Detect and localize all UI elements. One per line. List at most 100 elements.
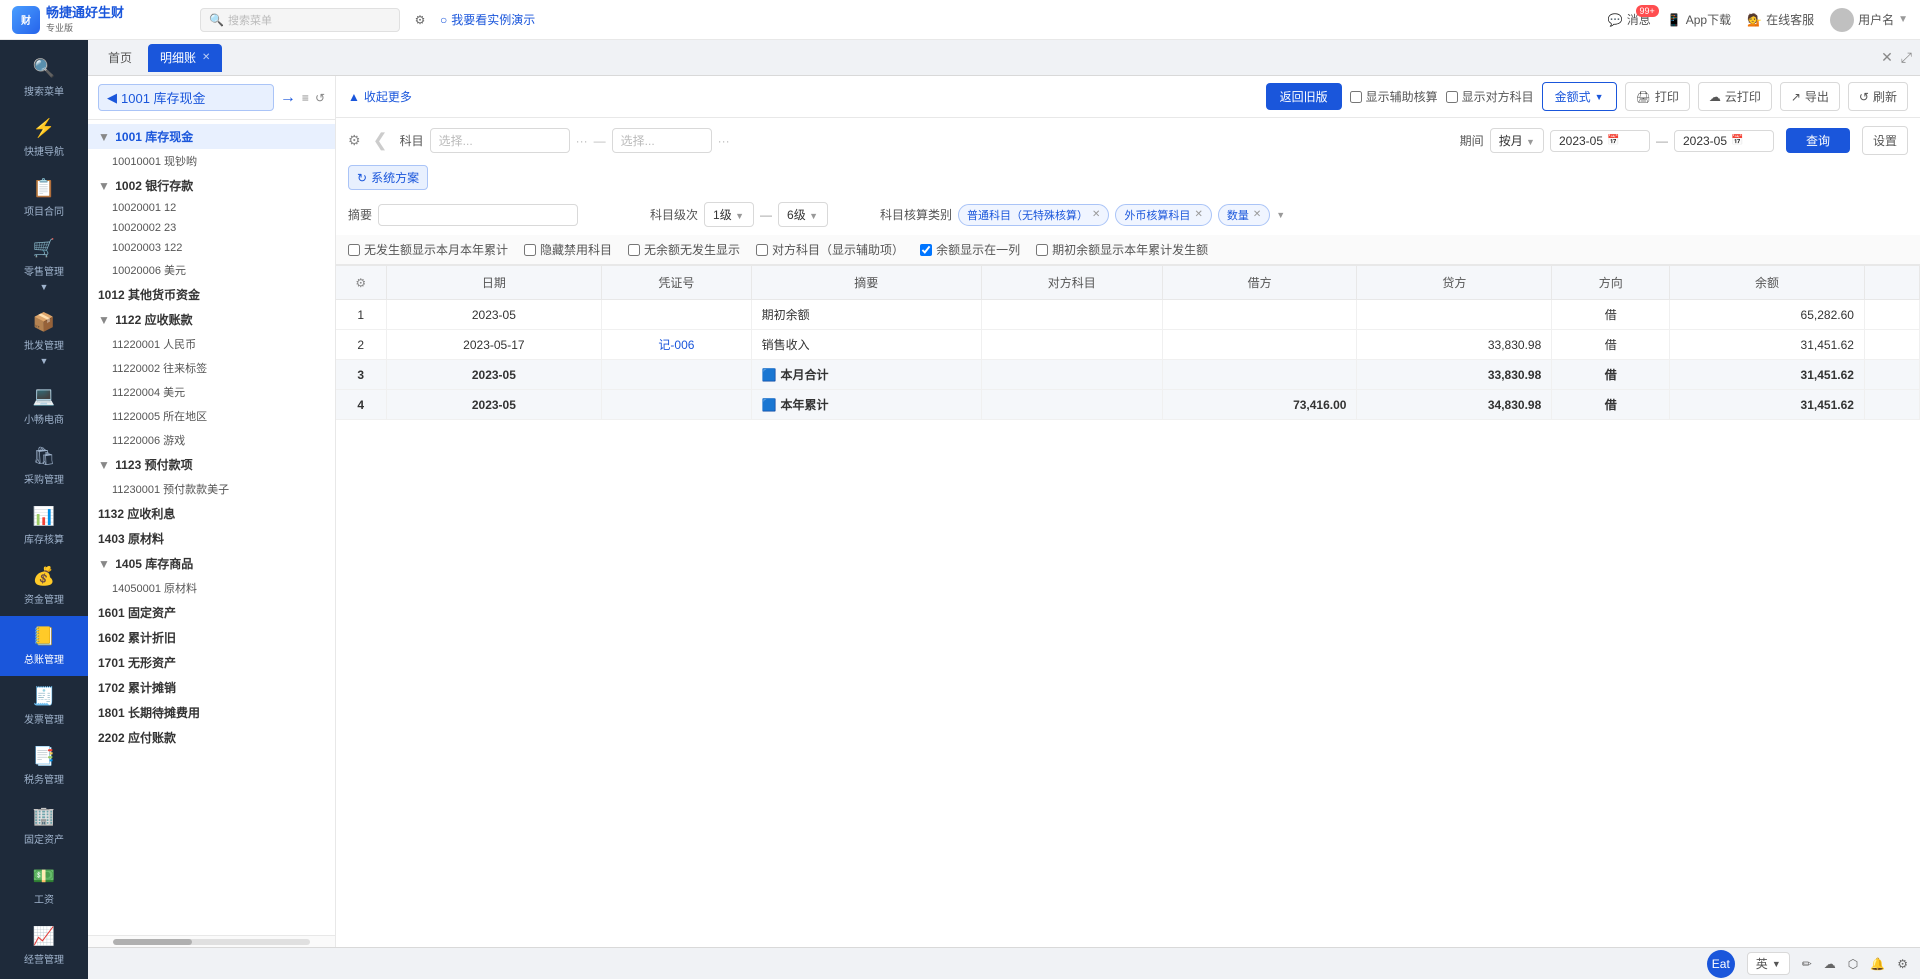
subject-end-input[interactable]: 选择... xyxy=(612,128,712,153)
online-service-button[interactable]: 💁 在线客服 xyxy=(1747,11,1814,28)
export-button[interactable]: ↗ 导出 xyxy=(1780,82,1840,111)
subject-input[interactable]: 选择... xyxy=(430,128,570,153)
show-one-col-checkbox[interactable]: 余额显示在一列 xyxy=(920,241,1020,258)
user-menu[interactable]: 用户名 ▼ xyxy=(1830,8,1908,32)
level-end-select[interactable]: 6级 ▼ xyxy=(778,202,828,227)
hide-disabled-checkbox[interactable]: 隐藏禁用科目 xyxy=(524,241,612,258)
sidebar-item-inventory[interactable]: 📊 库存核算 xyxy=(0,496,88,556)
tab-detail[interactable]: 明细账 ✕ xyxy=(148,44,222,72)
return-old-button[interactable]: 返回旧版 xyxy=(1266,83,1342,110)
period-start-input[interactable]: 2023-05 📅 xyxy=(1550,130,1650,152)
tree-item-1001[interactable]: ▼ 1001 库存现金 xyxy=(88,124,335,149)
sidebar-item-purchase[interactable]: 🛍 采购管理 xyxy=(0,436,88,496)
system-scheme[interactable]: ↻ 系统方案 xyxy=(348,165,428,190)
tree-item-1132[interactable]: 1132 应收利息 xyxy=(88,501,335,526)
no-balance-checkbox[interactable]: 无余额无发生显示 xyxy=(628,241,740,258)
bottom-settings-icon[interactable]: ⚙ xyxy=(1897,957,1908,971)
tree-item-1012[interactable]: 1012 其他货币资金 xyxy=(88,282,335,307)
tree-item-11220004[interactable]: 11220004 美元 xyxy=(88,380,335,404)
sidebar-item-tax[interactable]: 📑 税务管理 xyxy=(0,736,88,796)
horizontal-scrollbar[interactable] xyxy=(113,939,311,945)
sidebar-item-quick[interactable]: ⚡ 快捷导航 xyxy=(0,108,88,168)
tree-item-10020006[interactable]: 10020006 美元 xyxy=(88,258,335,282)
arrow-right-icon[interactable]: → xyxy=(280,89,296,107)
tree-item-11220006[interactable]: 11220006 游戏 xyxy=(88,428,335,452)
tab-home[interactable]: 首页 xyxy=(96,44,144,72)
message-button[interactable]: 💬 消息 99+ xyxy=(1608,11,1651,28)
settings-icon[interactable]: ⚙ xyxy=(408,8,432,32)
tree-item-11220001[interactable]: 11220001 人民币 xyxy=(88,332,335,356)
sidebar-item-wholesale[interactable]: 📦 批发管理 ▼ xyxy=(0,302,88,376)
level-start-select[interactable]: 1级 ▼ xyxy=(704,202,754,227)
tree-item-1405[interactable]: ▼ 1405 库存商品 xyxy=(88,551,335,576)
tree-item-1801[interactable]: 1801 长期待摊费用 xyxy=(88,700,335,725)
hexagon-icon[interactable]: ⬡ xyxy=(1848,957,1858,971)
period-type-select[interactable]: 按月 ▼ xyxy=(1490,128,1544,153)
sidebar-item-ledger[interactable]: 📒 总账管理 xyxy=(0,616,88,676)
edit-icon[interactable]: ✏ xyxy=(1802,957,1812,971)
tree-item-1002[interactable]: ▼ 1002 银行存款 xyxy=(88,173,335,198)
period-end-input[interactable]: 2023-05 📅 xyxy=(1674,130,1774,152)
filter-icon-left[interactable]: ⚙ xyxy=(348,132,361,149)
refresh-small-icon[interactable]: ↺ xyxy=(315,91,325,105)
no-occur-checkbox[interactable]: 无发生额显示本月本年累计 xyxy=(348,241,508,258)
sidebar-item-project[interactable]: 📋 项目合同 xyxy=(0,168,88,228)
tree-item-11230001[interactable]: 11230001 预付款款美子 xyxy=(88,477,335,501)
sidebar-item-assets[interactable]: 🏢 固定资产 xyxy=(0,796,88,856)
print-button[interactable]: 🖨 打印 xyxy=(1625,82,1690,111)
amount-format-button[interactable]: 金额式 ▼ xyxy=(1542,82,1617,111)
demo-button[interactable]: ○ 我要看实例演示 xyxy=(440,11,535,28)
tree-item-10010001[interactable]: 10010001 现钞哟 xyxy=(88,149,335,173)
cloud-print-button[interactable]: ☁ 云打印 xyxy=(1698,82,1772,111)
tree-item-1702[interactable]: 1702 累计摊销 xyxy=(88,675,335,700)
tree-item-10020002[interactable]: 10020002 23 xyxy=(88,218,335,238)
tree-item-1701[interactable]: 1701 无形资产 xyxy=(88,650,335,675)
sidebar-item-operations[interactable]: 📈 经营管理 xyxy=(0,916,88,976)
summary-input[interactable] xyxy=(378,204,578,226)
tree-item-1602[interactable]: 1602 累计折旧 xyxy=(88,625,335,650)
filter-arrow-icon[interactable]: ❮ xyxy=(373,130,388,151)
sidebar-item-finance[interactable]: 💰 资金管理 xyxy=(0,556,88,616)
opposite-checkbox[interactable]: 对方科目（显示辅助项） xyxy=(756,241,904,258)
tag-quantity-close[interactable]: ✕ xyxy=(1253,209,1261,220)
tree-item-2202[interactable]: 2202 应付账款 xyxy=(88,725,335,750)
settings-button[interactable]: 设置 xyxy=(1862,126,1908,155)
period-total-checkbox[interactable]: 期初余额显示本年累计发生额 xyxy=(1036,241,1208,258)
language-button[interactable]: 英 ▼ xyxy=(1747,952,1790,975)
voucher-link-006[interactable]: 记-006 xyxy=(658,338,694,352)
show-opposite-checkbox[interactable]: 显示对方科目 xyxy=(1446,88,1534,105)
query-button[interactable]: 查询 xyxy=(1786,128,1850,153)
sidebar-item-invoice[interactable]: 🧾 发票管理 xyxy=(0,676,88,736)
app-download-button[interactable]: 📱 App下载 xyxy=(1667,11,1731,28)
tree-item-1403[interactable]: 1403 原材料 xyxy=(88,526,335,551)
tree-item-11220005[interactable]: 11220005 所在地区 xyxy=(88,404,335,428)
sidebar-item-ecommerce[interactable]: 💻 小畅电商 xyxy=(0,376,88,436)
tree-item-1123[interactable]: ▼ 1123 预付款项 xyxy=(88,452,335,477)
sidebar-item-salary[interactable]: 💵 工资 xyxy=(0,856,88,916)
col-credit: 贷方 xyxy=(1357,266,1552,300)
account-panel: ◀ 1001 库存现金 → ≡ ↺ ▼ 1001 库存现金 10010001 现… xyxy=(88,76,336,947)
cloud-icon[interactable]: ☁ xyxy=(1824,957,1836,971)
tag-normal-close[interactable]: ✕ xyxy=(1092,209,1100,220)
refresh-button[interactable]: ↺ 刷新 xyxy=(1848,82,1908,111)
tag-foreign-close[interactable]: ✕ xyxy=(1194,209,1202,220)
current-account[interactable]: ◀ 1001 库存现金 xyxy=(98,84,274,111)
bell-icon[interactable]: 🔔 xyxy=(1870,957,1885,971)
collapse-filter-button[interactable]: ▲ 收起更多 xyxy=(348,88,412,105)
sidebar-item-search[interactable]: 🔍 搜索菜单 xyxy=(0,48,88,108)
tree-item-10020003[interactable]: 10020003 122 xyxy=(88,238,335,258)
sidebar-item-retail[interactable]: 🛒 零售管理 ▼ xyxy=(0,228,88,302)
tab-close-icon[interactable]: ✕ xyxy=(202,52,210,63)
eat-button[interactable]: Eat xyxy=(1707,950,1735,978)
tree-item-1601[interactable]: 1601 固定资产 xyxy=(88,600,335,625)
tree-item-10020001[interactable]: 10020001 12 xyxy=(88,198,335,218)
tree-item-14050001[interactable]: 14050001 原材料 xyxy=(88,576,335,600)
menu-search[interactable]: 🔍 搜索菜单 xyxy=(200,8,400,32)
window-close-icon[interactable]: ✕ xyxy=(1881,49,1893,66)
list-icon[interactable]: ≡ xyxy=(302,91,309,105)
table-settings-icon[interactable]: ⚙ xyxy=(355,276,366,290)
tree-item-1122[interactable]: ▼ 1122 应收账款 xyxy=(88,307,335,332)
tree-item-11220002[interactable]: 11220002 往来标签 xyxy=(88,356,335,380)
show-aux-checkbox[interactable]: 显示辅助核算 xyxy=(1350,88,1438,105)
window-maximize-icon[interactable]: ⤢ xyxy=(1901,49,1912,66)
